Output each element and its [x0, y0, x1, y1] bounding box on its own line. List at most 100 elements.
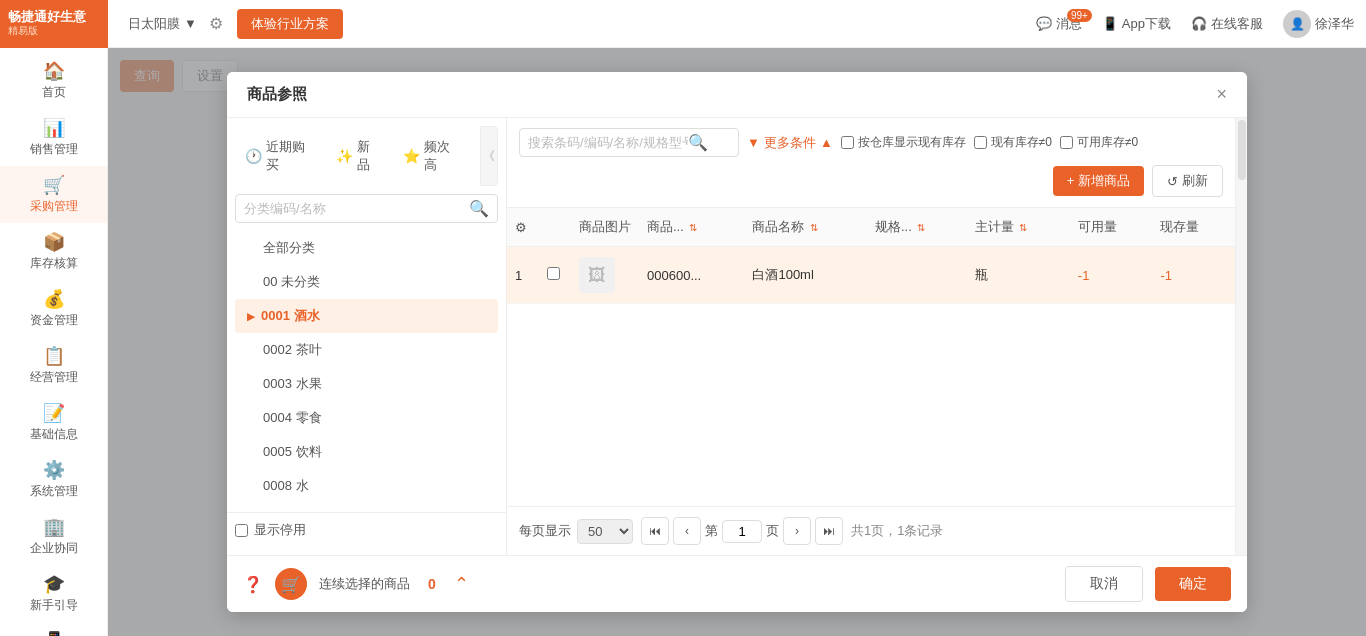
col-available: 可用量	[1070, 208, 1153, 247]
sales-icon: 📊	[43, 117, 65, 139]
arrow-icon: ▶	[247, 311, 255, 322]
col-spec[interactable]: 规格... ⇅	[867, 208, 967, 247]
nav-brand: 日太阳膜 ▼	[124, 15, 197, 33]
sidebar-label-home: 首页	[42, 84, 66, 101]
message-icon: 💬	[1036, 16, 1052, 31]
modal-right-panel: 🔍 ▼ 更多条件 ▲ 按仓库显示现有库存	[507, 118, 1235, 555]
page-nav: ⏮ ‹ 第 页 › ⏭	[641, 517, 843, 545]
sidebar-item-guide[interactable]: 🎓 新手引导	[0, 565, 107, 622]
nav-user[interactable]: 👤 徐泽华	[1283, 10, 1354, 38]
filter-btn[interactable]: ▼ 更多条件 ▲	[747, 134, 833, 152]
warehouse-checkbox[interactable]	[841, 136, 854, 149]
per-page-label: 每页显示	[519, 522, 571, 540]
row-available: -1	[1070, 247, 1153, 304]
category-0004[interactable]: ▶ 0004 零食	[235, 401, 498, 435]
show-disabled-label[interactable]: 显示停用	[254, 521, 306, 539]
modal-scrollbar[interactable]	[1235, 118, 1247, 555]
add-product-button[interactable]: + 新增商品	[1053, 166, 1144, 196]
help-icon[interactable]: ❓	[243, 575, 263, 594]
logo-text: 畅捷通好生意	[8, 9, 86, 25]
category-00[interactable]: ▶ 00 未分类	[235, 265, 498, 299]
prev-page-btn[interactable]: ‹	[673, 517, 701, 545]
search-icon[interactable]: 🔍	[688, 133, 708, 152]
col-code[interactable]: 商品... ⇅	[639, 208, 744, 247]
purchase-icon: 🛒	[43, 174, 65, 196]
sidebar-label-basic: 基础信息	[30, 426, 78, 443]
gear-icon[interactable]: ⚙	[209, 14, 223, 33]
refresh-button[interactable]: ↺ 刷新	[1152, 165, 1223, 197]
col-name[interactable]: 商品名称 ⇅	[744, 208, 867, 247]
brand-dropdown[interactable]: 日太阳膜 ▼	[128, 15, 197, 33]
nav-app-download[interactable]: 📱 App下载	[1102, 15, 1171, 33]
next-page-btn[interactable]: ›	[783, 517, 811, 545]
checkbox-existing: 现有库存≠0	[974, 134, 1052, 151]
existing-checkbox[interactable]	[974, 136, 987, 149]
cta-button[interactable]: 体验行业方案	[237, 9, 343, 39]
close-icon[interactable]: ×	[1216, 84, 1227, 105]
checkbox-available: 可用库存≠0	[1060, 134, 1138, 151]
collapse-icon[interactable]: ⌃	[454, 573, 469, 595]
category-list: ▶ 全部分类 ▶ 00 未分类 ▶ 0001 酒水	[227, 231, 506, 512]
show-disabled-checkbox[interactable]	[235, 524, 248, 537]
product-image: 🖼	[579, 257, 615, 293]
modal-left-panel: 🕐 近期购买 ✨ 新品 ⭐ 频次高 《	[227, 118, 507, 555]
row-index: 1	[507, 247, 539, 304]
category-0001[interactable]: ▶ 0001 酒水	[235, 299, 498, 333]
sidebar-item-sales[interactable]: 📊 销售管理	[0, 109, 107, 166]
sidebar-item-home[interactable]: 🏠 首页	[0, 52, 107, 109]
category-0010[interactable]: ▶ 0010 家电	[235, 503, 498, 512]
nav-message[interactable]: 💬 消息 99+	[1036, 15, 1082, 33]
sidebar-item-basic[interactable]: 📝 基础信息	[0, 394, 107, 451]
scrollbar-thumb[interactable]	[1238, 120, 1246, 180]
page-suffix: 页	[766, 522, 779, 540]
sidebar-label-operation: 经营管理	[30, 369, 78, 386]
category-0002[interactable]: ▶ 0002 茶叶	[235, 333, 498, 367]
row-checkbox-cell	[539, 247, 571, 304]
warehouse-label[interactable]: 按仓库显示现有库存	[858, 134, 966, 151]
tab-frequent[interactable]: ⭐ 频次高	[393, 126, 468, 186]
row-spec	[867, 247, 967, 304]
category-0005[interactable]: ▶ 0005 饮料	[235, 435, 498, 469]
product-search-input[interactable]	[528, 135, 688, 150]
filter-icon: ▼	[747, 135, 760, 150]
sidebar-item-purchase[interactable]: 🛒 采购管理	[0, 166, 107, 223]
sidebar-label-system: 系统管理	[30, 483, 78, 500]
inventory-icon: 📦	[43, 231, 65, 253]
category-0008[interactable]: ▶ 0008 水	[235, 469, 498, 503]
sidebar-item-finance[interactable]: 💰 资金管理	[0, 280, 107, 337]
modal-header: 商品参照 ×	[227, 72, 1247, 118]
col-settings[interactable]: ⚙	[507, 208, 539, 247]
tab-new[interactable]: ✨ 新品	[326, 126, 389, 186]
available-label[interactable]: 可用库存≠0	[1077, 134, 1138, 151]
first-page-btn[interactable]: ⏮	[641, 517, 669, 545]
confirm-button[interactable]: 确定	[1155, 567, 1231, 601]
page-input[interactable]	[722, 520, 762, 543]
sidebar-item-enterprise[interactable]: 🏢 企业协同	[0, 508, 107, 565]
existing-label[interactable]: 现有库存≠0	[991, 134, 1052, 151]
col-unit[interactable]: 主计量 ⇅	[967, 208, 1070, 247]
sidebar-item-operation[interactable]: 📋 经营管理	[0, 337, 107, 394]
apps-icon: 📱	[43, 630, 65, 636]
row-checkbox[interactable]	[547, 267, 560, 280]
new-icon: ✨	[336, 148, 353, 164]
sidebar-item-inventory[interactable]: 📦 库存核算	[0, 223, 107, 280]
sidebar-item-system[interactable]: ⚙️ 系统管理	[0, 451, 107, 508]
category-0003[interactable]: ▶ 0003 水果	[235, 367, 498, 401]
tab-recent-buy[interactable]: 🕐 近期购买	[235, 126, 322, 186]
search-icon[interactable]: 🔍	[469, 199, 489, 218]
category-search-input[interactable]	[244, 201, 469, 216]
page-size-select[interactable]: 50 20 100	[577, 519, 633, 544]
table-row[interactable]: 1 🖼 000600... 白酒100ml	[507, 247, 1235, 304]
cart-icon[interactable]: 🛒	[275, 568, 307, 600]
guide-icon: 🎓	[43, 573, 65, 595]
collapse-left-btn[interactable]: 《	[480, 126, 498, 186]
available-checkbox[interactable]	[1060, 136, 1073, 149]
category-all[interactable]: ▶ 全部分类	[235, 231, 498, 265]
sidebar-label-purchase: 采购管理	[30, 198, 78, 215]
sidebar-item-apps[interactable]: 📱 应用中心	[0, 622, 107, 636]
nav-service[interactable]: 🎧 在线客服	[1191, 15, 1263, 33]
page-size-wrap: 每页显示 50 20 100	[519, 519, 633, 544]
last-page-btn[interactable]: ⏭	[815, 517, 843, 545]
finance-icon: 💰	[43, 288, 65, 310]
cancel-button[interactable]: 取消	[1065, 566, 1143, 602]
